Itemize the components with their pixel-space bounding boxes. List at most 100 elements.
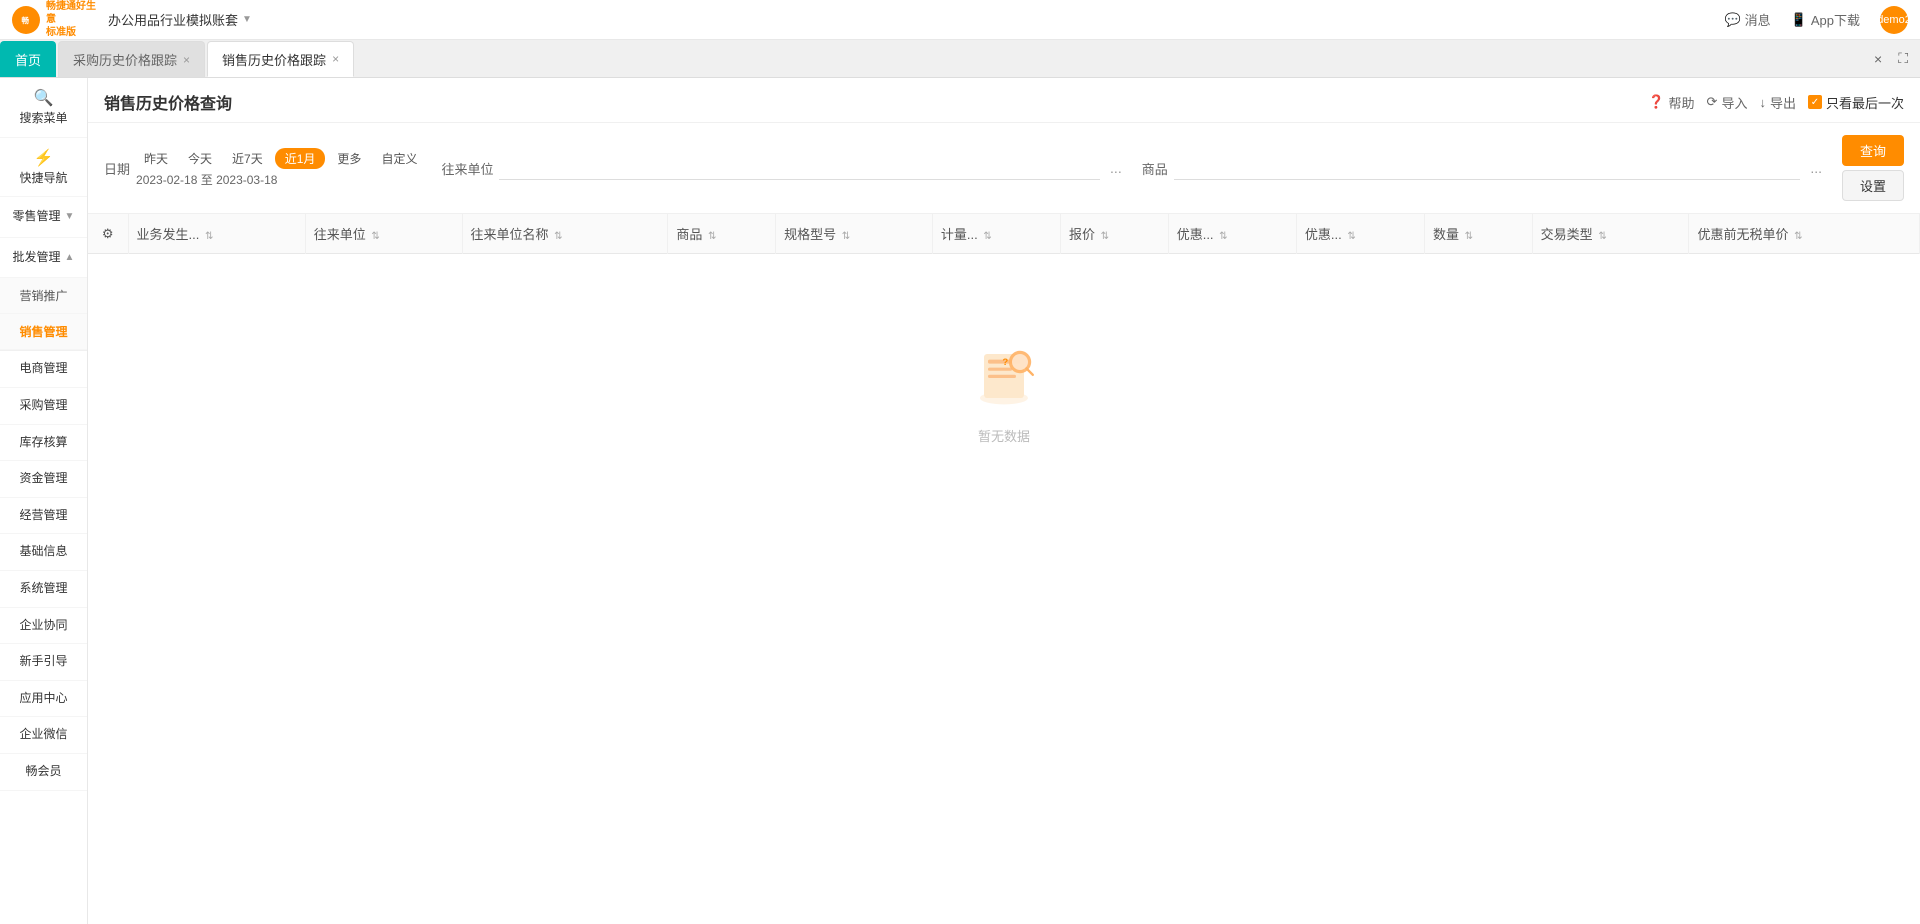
app-download-action[interactable]: 📱 App下载 [1791, 10, 1860, 29]
sort-icon: ⇅ [371, 231, 379, 242]
sidebar-item-basics[interactable]: 基础信息 [0, 534, 87, 571]
quicknav-icon: ⚡ [34, 148, 54, 168]
message-action[interactable]: 💬 消息 [1724, 10, 1770, 29]
date-btn-more[interactable]: 更多 [329, 148, 369, 169]
sidebar-item-sales-mgmt[interactable]: 销售管理 [0, 314, 87, 350]
sort-icon: ⇅ [842, 231, 850, 242]
message-icon: 💬 [1724, 12, 1740, 28]
partner-dots-btn[interactable]: ... [1106, 160, 1126, 176]
partner-input[interactable] [499, 156, 1100, 180]
page-header: 销售历史价格查询 ❓ 帮助 ⟳ 导入 ↓ 导出 ✓ [88, 78, 1920, 123]
th-trade-type[interactable]: 交易类型 ⇅ [1532, 214, 1689, 254]
date-btn-1month[interactable]: 近1月 [275, 148, 326, 169]
sidebar-item-label: 快捷导航 [19, 171, 67, 187]
sidebar-item-system[interactable]: 系统管理 [0, 571, 87, 608]
sort-icon: ⇅ [1598, 231, 1606, 242]
date-label: 日期 [104, 159, 130, 178]
page-title: 销售历史价格查询 [104, 90, 232, 114]
sidebar-item-operations[interactable]: 经营管理 [0, 498, 87, 535]
goods-dots-btn[interactable]: ... [1806, 160, 1826, 176]
sort-icon: ⇅ [1794, 231, 1802, 242]
sidebar-item-search[interactable]: 🔍 搜索菜单 [0, 78, 87, 138]
help-icon: ❓ [1648, 94, 1664, 110]
sidebar-item-finance[interactable]: 资金管理 [0, 461, 87, 498]
main-layout: 🔍 搜索菜单 ⚡ 快捷导航 零售管理 ▼ 批发管理 ▲ 营销推广 销售管理 电商… [0, 78, 1920, 924]
th-partner-code[interactable]: 往来单位 ⇅ [305, 214, 462, 254]
th-spec[interactable]: 规格型号 ⇅ [776, 214, 933, 254]
logo-area: 畅 畅捷通好生意 标准版 [12, 0, 100, 39]
maximize-window-icon[interactable]: ⛶ [1894, 46, 1912, 71]
sidebar-item-guide[interactable]: 新手引导 [0, 644, 87, 681]
tab-purchase[interactable]: 采购历史价格跟踪 × [58, 41, 205, 77]
sidebar-item-ecommerce[interactable]: 电商管理 [0, 351, 87, 388]
sidebar-item-label: 零售管理 [13, 209, 61, 225]
sidebar-item-label: 企业协同 [19, 618, 67, 634]
goods-label: 商品 [1142, 159, 1168, 178]
sidebar-item-label: 资金管理 [19, 471, 67, 487]
tab-bar-right: × ⛶ [1870, 40, 1920, 77]
tab-sales[interactable]: 销售历史价格跟踪 × [207, 41, 354, 77]
date-btn-today[interactable]: 今天 [180, 148, 220, 169]
sidebar-item-retail[interactable]: 零售管理 ▼ [0, 197, 87, 238]
close-window-icon[interactable]: × [1870, 47, 1886, 71]
export-button[interactable]: ↓ 导出 [1759, 93, 1796, 112]
date-btn-yesterday[interactable]: 昨天 [136, 148, 176, 169]
table-container: ⚙ 业务发生... ⇅ 往来单位 ⇅ 往来单位名称 [88, 214, 1920, 924]
date-btn-7days[interactable]: 近7天 [224, 148, 271, 169]
date-btn-custom[interactable]: 自定义 [373, 148, 425, 169]
th-quantity[interactable]: 数量 ⇅ [1424, 214, 1532, 254]
sidebar-item-apps[interactable]: 应用中心 [0, 681, 87, 718]
th-pretax-price[interactable]: 优惠前无税单价 ⇅ [1689, 214, 1920, 254]
import-button[interactable]: ⟳ 导入 [1707, 93, 1748, 112]
data-table: ⚙ 业务发生... ⇅ 往来单位 ⇅ 往来单位名称 [88, 214, 1920, 254]
th-goods[interactable]: 商品 ⇅ [668, 214, 776, 254]
sidebar-item-enterprise[interactable]: 企业协同 [0, 608, 87, 645]
import-icon: ⟳ [1707, 94, 1718, 110]
sort-icon: ⇅ [983, 231, 991, 242]
sidebar-item-wholesale[interactable]: 批发管理 ▲ [0, 238, 87, 279]
sidebar-item-vip[interactable]: 畅会员 [0, 754, 87, 791]
settings-button[interactable]: 设置 [1842, 170, 1904, 201]
sidebar-item-label: 库存核算 [19, 435, 67, 451]
sidebar-item-wechat[interactable]: 企业微信 [0, 717, 87, 754]
top-bar: 畅 畅捷通好生意 标准版 办公用品行业模拟账套 ▼ 💬 消息 📱 App下载 d… [0, 0, 1920, 40]
avatar: demo2 [1880, 6, 1908, 34]
th-partner-name[interactable]: 往来单位名称 ⇅ [462, 214, 668, 254]
goods-input[interactable] [1174, 156, 1801, 180]
th-unit[interactable]: 计量... ⇅ [932, 214, 1060, 254]
th-discount1[interactable]: 优惠... ⇅ [1168, 214, 1296, 254]
sidebar-item-inventory[interactable]: 库存核算 [0, 425, 87, 462]
tab-purchase-close[interactable]: × [183, 54, 190, 66]
date-range-group: 昨天 今天 近7天 近1月 更多 自定义 2023-02-18 至 2023-0… [136, 148, 425, 188]
empty-text: 暂无数据 [978, 426, 1030, 445]
sidebar-item-purchase[interactable]: 采购管理 [0, 388, 87, 425]
sidebar-item-marketing[interactable]: 营销推广 [0, 278, 87, 314]
user-action[interactable]: demo2 [1880, 6, 1908, 34]
sort-icon: ⇅ [708, 231, 716, 242]
sidebar-item-quicknav[interactable]: ⚡ 快捷导航 [0, 138, 87, 198]
th-biz-date[interactable]: 业务发生... ⇅ [128, 214, 305, 254]
sidebar-item-label: 应用中心 [19, 691, 67, 707]
chevron-down-icon: ▼ [242, 14, 252, 25]
th-discount2[interactable]: 优惠... ⇅ [1296, 214, 1424, 254]
tab-home[interactable]: 首页 [0, 41, 56, 77]
company-selector[interactable]: 办公用品行业模拟账套 ▼ [100, 6, 260, 33]
tab-sales-close[interactable]: × [332, 53, 339, 65]
top-bar-right: 💬 消息 📱 App下载 demo2 [1724, 6, 1908, 34]
sidebar-item-label: 企业微信 [19, 727, 67, 743]
help-button[interactable]: ❓ 帮助 [1648, 93, 1694, 112]
only-last-checkbox-label[interactable]: ✓ 只看最后一次 [1808, 93, 1904, 112]
download-icon: 📱 [1791, 12, 1807, 28]
query-button[interactable]: 查询 [1842, 135, 1904, 166]
svg-text:畅: 畅 [22, 15, 30, 25]
logo-text: 畅捷通好生意 标准版 [46, 0, 100, 39]
sidebar-sub-wholesale: 营销推广 销售管理 [0, 278, 87, 351]
empty-icon: ? [964, 334, 1044, 414]
filter-area: 日期 昨天 今天 近7天 近1月 更多 自定义 2023-02-18 至 202… [88, 123, 1920, 214]
company-name: 办公用品行业模拟账套 [108, 10, 238, 29]
sort-icon: ⇅ [554, 231, 562, 242]
th-quote[interactable]: 报价 ⇅ [1061, 214, 1169, 254]
page-header-actions: ❓ 帮助 ⟳ 导入 ↓ 导出 ✓ 只看最后一次 [1648, 93, 1904, 112]
sidebar-item-label: 系统管理 [19, 581, 67, 597]
th-settings[interactable]: ⚙ [88, 214, 128, 254]
